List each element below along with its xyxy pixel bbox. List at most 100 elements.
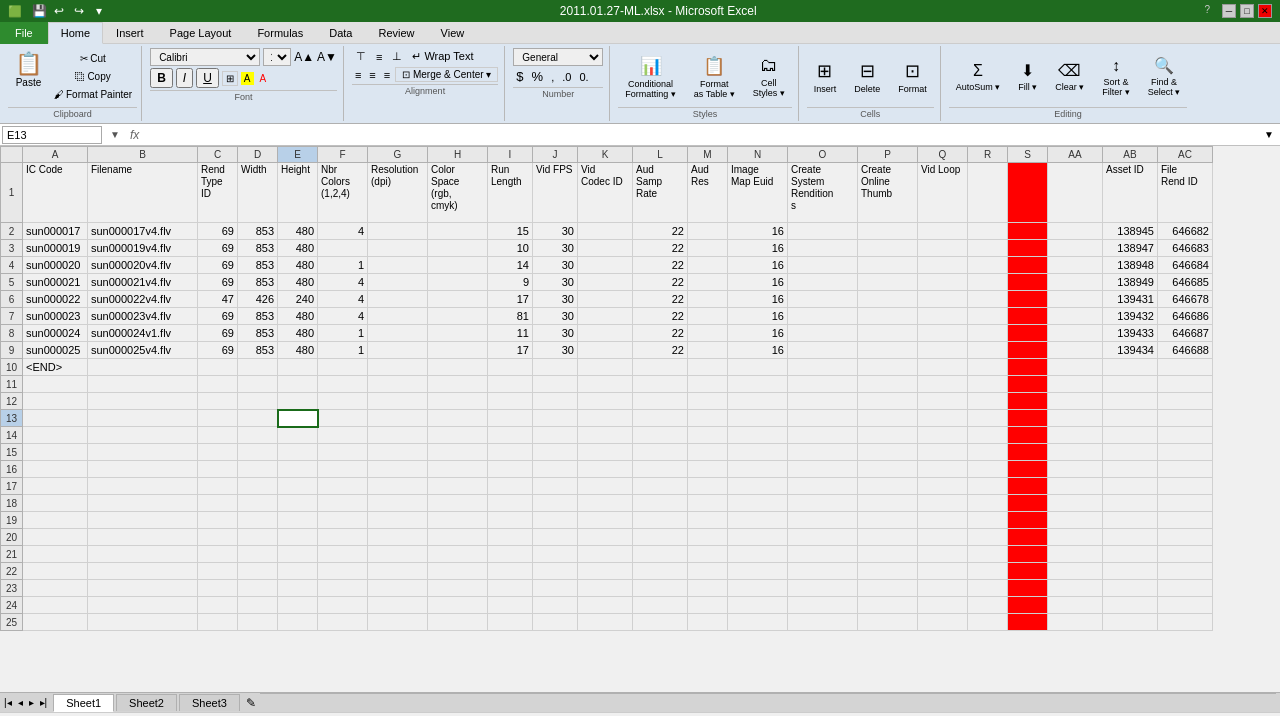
cell-18-0[interactable]	[23, 495, 88, 512]
tab-nav-next[interactable]: ▸	[29, 697, 34, 708]
cell-10-2[interactable]	[198, 359, 238, 376]
cell-11-6[interactable]	[368, 376, 428, 393]
cell-17-2[interactable]	[198, 478, 238, 495]
cell-24-11[interactable]	[633, 597, 688, 614]
format-as-table-btn[interactable]: 📋 Formatas Table ▾	[687, 50, 742, 104]
cell-11-8[interactable]	[488, 376, 533, 393]
cell-11-19[interactable]	[1048, 376, 1103, 393]
cell-16-15[interactable]	[858, 461, 918, 478]
cell-1-20[interactable]: Asset ID	[1103, 163, 1158, 223]
cell-7-21[interactable]: 646686	[1158, 308, 1213, 325]
cell-21-8[interactable]	[488, 546, 533, 563]
cell-24-12[interactable]	[688, 597, 728, 614]
cell-10-13[interactable]	[728, 359, 788, 376]
cell-23-1[interactable]	[88, 580, 198, 597]
cell-14-11[interactable]	[633, 427, 688, 444]
cell-22-15[interactable]	[858, 563, 918, 580]
cell-24-16[interactable]	[918, 597, 968, 614]
cell-13-3[interactable]	[238, 410, 278, 427]
cell-6-16[interactable]	[918, 291, 968, 308]
cell-4-15[interactable]	[858, 257, 918, 274]
cell-12-20[interactable]	[1103, 393, 1158, 410]
cell-8-14[interactable]	[788, 325, 858, 342]
cell-24-15[interactable]	[858, 597, 918, 614]
cell-8-9[interactable]: 30	[533, 325, 578, 342]
help-btn[interactable]: ?	[1204, 4, 1210, 18]
cell-3-21[interactable]: 646683	[1158, 240, 1213, 257]
cell-7-16[interactable]	[918, 308, 968, 325]
cell-17-0[interactable]	[23, 478, 88, 495]
cell-21-9[interactable]	[533, 546, 578, 563]
cell-3-5[interactable]	[318, 240, 368, 257]
cell-5-21[interactable]: 646685	[1158, 274, 1213, 291]
cell-4-6[interactable]	[368, 257, 428, 274]
cell-13-10[interactable]	[578, 410, 633, 427]
cell-12-11[interactable]	[633, 393, 688, 410]
cell-10-9[interactable]	[533, 359, 578, 376]
cell-2-11[interactable]: 22	[633, 223, 688, 240]
cell-17-15[interactable]	[858, 478, 918, 495]
cell-21-19[interactable]	[1048, 546, 1103, 563]
cell-20-18[interactable]	[1008, 529, 1048, 546]
cell-12-3[interactable]	[238, 393, 278, 410]
cell-17-11[interactable]	[633, 478, 688, 495]
cell-14-10[interactable]	[578, 427, 633, 444]
cell-6-13[interactable]: 16	[728, 291, 788, 308]
cell-23-2[interactable]	[198, 580, 238, 597]
cell-7-18[interactable]	[1008, 308, 1048, 325]
cell-16-1[interactable]	[88, 461, 198, 478]
cell-13-4[interactable]	[278, 410, 318, 427]
col-header-AC[interactable]: AC	[1158, 147, 1213, 163]
col-header-AA[interactable]: AA	[1048, 147, 1103, 163]
align-bottom-btn[interactable]: ⊥	[388, 48, 406, 65]
cell-11-1[interactable]	[88, 376, 198, 393]
cell-2-0[interactable]: sun000017	[23, 223, 88, 240]
cell-21-15[interactable]	[858, 546, 918, 563]
cell-1-17[interactable]	[968, 163, 1008, 223]
col-header-G[interactable]: G	[368, 147, 428, 163]
cell-5-20[interactable]: 138949	[1103, 274, 1158, 291]
cell-15-9[interactable]	[533, 444, 578, 461]
cell-25-3[interactable]	[238, 614, 278, 631]
cell-7-1[interactable]: sun000023v4.flv	[88, 308, 198, 325]
cell-2-2[interactable]: 69	[198, 223, 238, 240]
add-sheet-btn[interactable]: ✎	[246, 696, 256, 710]
cell-15-4[interactable]	[278, 444, 318, 461]
tab-review[interactable]: Review	[365, 22, 427, 44]
cell-4-16[interactable]	[918, 257, 968, 274]
tab-nav-prev[interactable]: ◂	[18, 697, 23, 708]
formula-input[interactable]	[145, 129, 1260, 141]
cell-10-21[interactable]	[1158, 359, 1213, 376]
cell-25-18[interactable]	[1008, 614, 1048, 631]
cell-9-15[interactable]	[858, 342, 918, 359]
cell-8-16[interactable]	[918, 325, 968, 342]
cell-10-12[interactable]	[688, 359, 728, 376]
cell-23-6[interactable]	[368, 580, 428, 597]
cell-10-8[interactable]	[488, 359, 533, 376]
cell-20-3[interactable]	[238, 529, 278, 546]
cell-10-10[interactable]	[578, 359, 633, 376]
cell-18-4[interactable]	[278, 495, 318, 512]
cell-23-20[interactable]	[1103, 580, 1158, 597]
cell-2-7[interactable]	[428, 223, 488, 240]
cell-16-3[interactable]	[238, 461, 278, 478]
cell-24-10[interactable]	[578, 597, 633, 614]
cell-19-12[interactable]	[688, 512, 728, 529]
cell-8-0[interactable]: sun000024	[23, 325, 88, 342]
cell-21-17[interactable]	[968, 546, 1008, 563]
cell-17-13[interactable]	[728, 478, 788, 495]
col-header-A[interactable]: A	[23, 147, 88, 163]
cell-3-9[interactable]: 30	[533, 240, 578, 257]
cell-15-19[interactable]	[1048, 444, 1103, 461]
cell-2-12[interactable]	[688, 223, 728, 240]
cell-11-18[interactable]	[1008, 376, 1048, 393]
cell-6-10[interactable]	[578, 291, 633, 308]
col-header-F[interactable]: F	[318, 147, 368, 163]
cell-19-14[interactable]	[788, 512, 858, 529]
cell-9-2[interactable]: 69	[198, 342, 238, 359]
cell-11-10[interactable]	[578, 376, 633, 393]
cell-16-0[interactable]	[23, 461, 88, 478]
cell-14-13[interactable]	[728, 427, 788, 444]
cell-13-7[interactable]	[428, 410, 488, 427]
sheet-area[interactable]: A B C D E F G H I J K L M N O P Q	[0, 146, 1280, 692]
